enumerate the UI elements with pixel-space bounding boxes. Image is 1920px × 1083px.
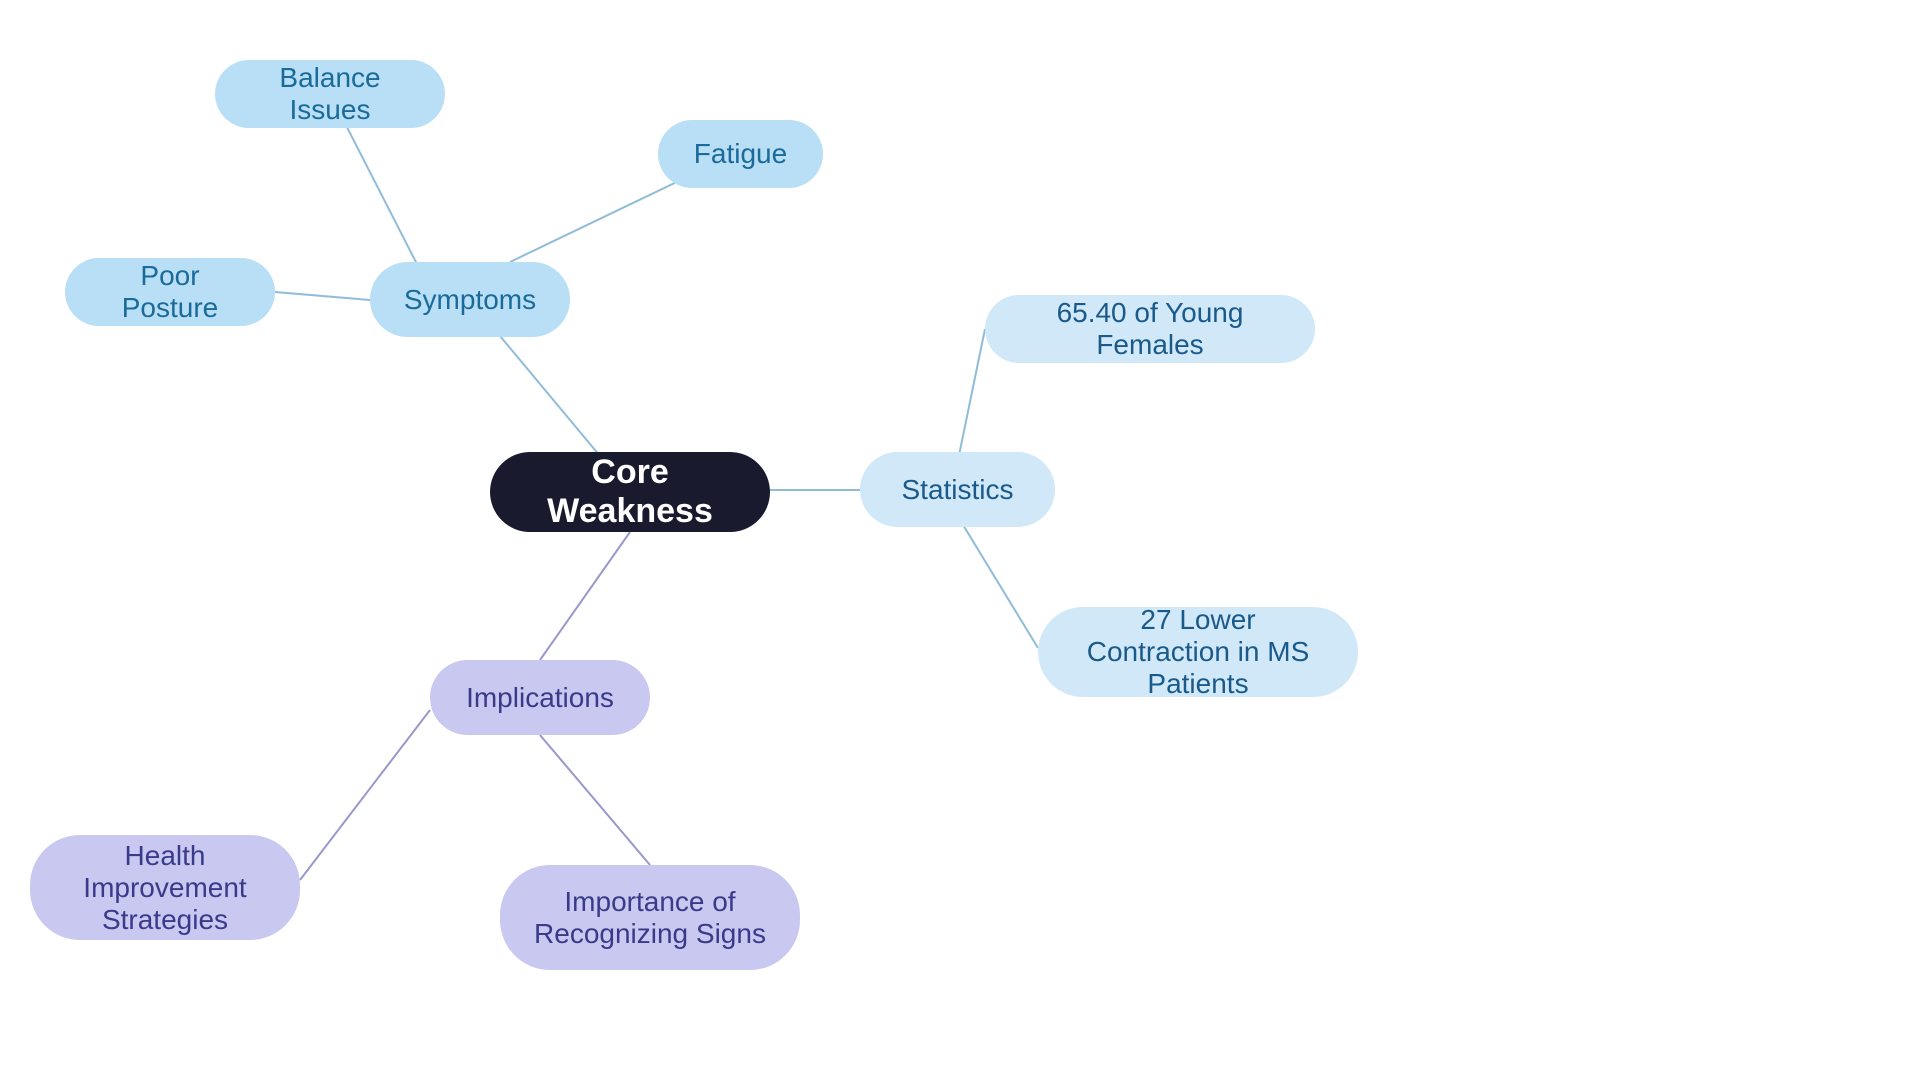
balance-issues-node: Balance Issues — [215, 60, 445, 128]
health-improvement-node: Health Improvement Strategies — [30, 835, 300, 940]
young-females-node: 65.40 of Young Females — [985, 295, 1315, 363]
ms-patients-node: 27 Lower Contraction in MS Patients — [1038, 607, 1358, 697]
fatigue-node: Fatigue — [658, 120, 823, 188]
implications-node: Implications — [430, 660, 650, 735]
poor-posture-node: Poor Posture — [65, 258, 275, 326]
recognizing-signs-node: Importance of Recognizing Signs — [500, 865, 800, 970]
center-node: Core Weakness — [490, 452, 770, 532]
statistics-node: Statistics — [860, 452, 1055, 527]
symptoms-node: Symptoms — [370, 262, 570, 337]
